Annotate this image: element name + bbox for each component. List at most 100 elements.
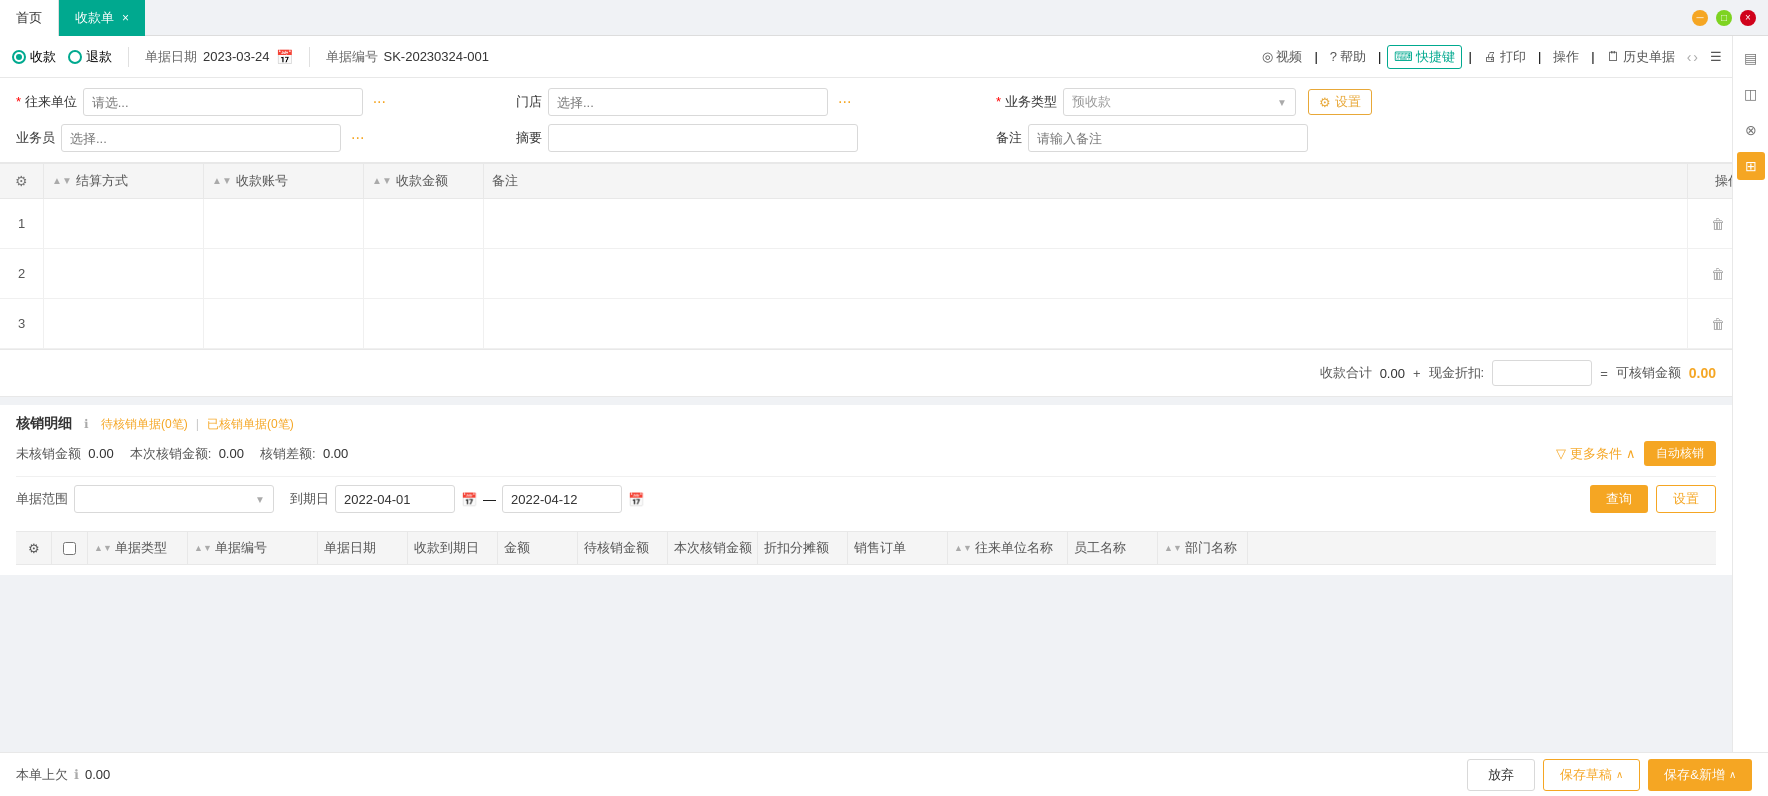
save-new-button[interactable]: 保存&新增 ∧ <box>1648 759 1752 791</box>
minimize-button[interactable]: ─ <box>1692 10 1708 26</box>
refund-radio[interactable]: 退款 <box>68 48 112 66</box>
date-to-input[interactable] <box>502 485 622 513</box>
save-draft-button[interactable]: 保存草稿 ∧ <box>1543 759 1640 791</box>
tab-home[interactable]: 首页 <box>0 0 59 36</box>
sidebar-table-icon[interactable]: ▤ <box>1737 44 1765 72</box>
verify-settings-button[interactable]: 设置 <box>1656 485 1716 513</box>
bth-from: ▲▼ 往来单位名称 <box>948 531 1068 565</box>
row-amount-1[interactable] <box>364 199 484 248</box>
note-label: 备注 <box>996 129 1022 147</box>
date-from-input[interactable] <box>335 485 455 513</box>
sort-icon-3[interactable]: ▲▼ <box>372 176 392 186</box>
bth-type: ▲▼ 单据类型 <box>88 531 188 565</box>
store-input[interactable] <box>548 88 828 116</box>
partner-more-icon[interactable]: ··· <box>373 94 386 110</box>
row-amount-3[interactable] <box>364 299 484 348</box>
row-jiesuan-3[interactable] <box>44 299 204 348</box>
footer-info-icon[interactable]: ℹ <box>74 767 79 782</box>
toolbar: 收款 退款 单据日期 2023-03-24 📅 单据编号 SK-20230324… <box>0 36 1768 78</box>
sidebar-active-icon[interactable]: ⊞ <box>1737 152 1765 180</box>
delete-icon-2[interactable]: 🗑 <box>1711 266 1725 282</box>
summary-input[interactable] <box>548 124 858 152</box>
delete-icon-1[interactable]: 🗑 <box>1711 216 1725 232</box>
verify-tabs: 待核销单据(0笔) | 已核销单据(0笔) <box>101 416 294 433</box>
th-settings[interactable]: ⚙ <box>0 163 44 199</box>
staff-input[interactable] <box>61 124 341 152</box>
doc-date-value[interactable]: 2023-03-24 <box>203 49 270 64</box>
sort-icon-2[interactable]: ▲▼ <box>212 176 232 186</box>
summary-label: 摘要 <box>516 129 542 147</box>
duedate-label: 到期日 <box>290 490 329 508</box>
bth-duedate: 收款到期日 <box>408 531 498 565</box>
refund-label: 退款 <box>86 48 112 66</box>
sort-type[interactable]: ▲▼ <box>94 544 112 553</box>
staff-more-icon[interactable]: ··· <box>351 130 364 146</box>
table-settings-icon[interactable]: ⚙ <box>15 173 28 189</box>
calendar-icon[interactable]: 📅 <box>276 49 293 65</box>
doc-no-label: 单据编号 <box>326 48 378 66</box>
row-remark-3[interactable] <box>484 299 1688 348</box>
payment-table: ⚙ ▲▼ 结算方式 ▲▼ 收款账号 ▲▼ 收款金额 备注 操作 1 🗑 ⊕ <box>0 163 1768 349</box>
select-all-checkbox[interactable] <box>63 542 76 555</box>
print-btn[interactable]: 🖨 打印 <box>1478 46 1532 68</box>
row-amount-2[interactable] <box>364 249 484 298</box>
calendar-from-icon[interactable]: 📅 <box>461 492 477 507</box>
bth-amount: 金额 <box>498 531 578 565</box>
filter-row: 单据范围 ▼ 到期日 📅 — 📅 查询 设置 <box>16 476 1716 521</box>
tab-active[interactable]: 收款单 × <box>59 0 145 36</box>
duedate-field: 到期日 📅 — 📅 <box>290 485 644 513</box>
sort-icon[interactable]: ▲▼ <box>52 176 72 186</box>
bottom-table-settings-icon[interactable]: ⚙ <box>28 541 40 556</box>
tab-done[interactable]: 已核销单据(0笔) <box>207 416 294 433</box>
calendar-to-icon[interactable]: 📅 <box>628 492 644 507</box>
close-button[interactable]: × <box>1740 10 1756 26</box>
video-btn[interactable]: ◎ 视频 <box>1256 46 1308 68</box>
store-label: 门店 <box>516 93 542 111</box>
row-jiesuan-1[interactable] <box>44 199 204 248</box>
shortcuts-btn[interactable]: ⌨ 快捷键 <box>1387 45 1462 69</box>
receipt-radio[interactable]: 收款 <box>12 48 56 66</box>
history-icon: 🗒 <box>1607 49 1620 64</box>
sort-from[interactable]: ▲▼ <box>954 544 972 553</box>
next-arrow[interactable]: › <box>1693 49 1698 65</box>
maximize-button[interactable]: □ <box>1716 10 1732 26</box>
partner-input[interactable] <box>83 88 363 116</box>
sort-no[interactable]: ▲▼ <box>194 544 212 553</box>
summary-row: 收款合计 0.00 + 现金折扣: = 可核销金额 0.00 <box>0 349 1732 397</box>
auto-verify-btn[interactable]: 自动核销 <box>1644 441 1716 466</box>
bth-check[interactable] <box>52 531 88 565</box>
note-input[interactable] <box>1028 124 1308 152</box>
biz-settings-button[interactable]: ⚙ 设置 <box>1308 89 1372 115</box>
help-btn[interactable]: ? 帮助 <box>1324 46 1372 68</box>
row-jiesuan-2[interactable] <box>44 249 204 298</box>
biz-type-select[interactable]: 预收款 ▼ <box>1063 88 1296 116</box>
row-shoukuan-3[interactable] <box>204 299 364 348</box>
sort-dept[interactable]: ▲▼ <box>1164 544 1182 553</box>
operations-btn[interactable]: 操作 <box>1547 46 1585 68</box>
row-shoukuan-2[interactable] <box>204 249 364 298</box>
row-remark-2[interactable] <box>484 249 1688 298</box>
range-select[interactable]: ▼ <box>74 485 274 513</box>
row-remark-1[interactable] <box>484 199 1688 248</box>
sidebar-link-icon[interactable]: ⊗ <box>1737 116 1765 144</box>
abandon-button[interactable]: 放弃 <box>1467 759 1535 791</box>
discount-input[interactable] <box>1492 360 1592 386</box>
bth-pending: 待核销金额 <box>578 531 668 565</box>
prev-arrow[interactable]: ‹ <box>1687 49 1692 65</box>
bth-this: 本次核销金额 <box>668 531 758 565</box>
chevron-up-icon: ∧ <box>1626 446 1636 461</box>
tab-close-icon[interactable]: × <box>122 0 129 36</box>
delete-icon-3[interactable]: 🗑 <box>1711 316 1725 332</box>
store-more-icon[interactable]: ··· <box>838 94 851 110</box>
verify-info-icon[interactable]: ℹ <box>84 417 89 431</box>
footer-info: 本单上欠 ℹ 0.00 <box>16 766 110 784</box>
list-view-btn[interactable]: ☰ <box>1704 45 1728 69</box>
history-btn[interactable]: 🗒 历史单据 <box>1601 46 1681 68</box>
bth-settings[interactable]: ⚙ <box>16 531 52 565</box>
tab-pending[interactable]: 待核销单据(0笔) <box>101 416 188 433</box>
more-conditions-btn[interactable]: ▽ 更多条件 ∧ <box>1556 441 1636 466</box>
query-button[interactable]: 查询 <box>1590 485 1648 513</box>
video-icon: ◎ <box>1262 49 1273 64</box>
row-shoukuan-1[interactable] <box>204 199 364 248</box>
sidebar-attach-icon[interactable]: ◫ <box>1737 80 1765 108</box>
